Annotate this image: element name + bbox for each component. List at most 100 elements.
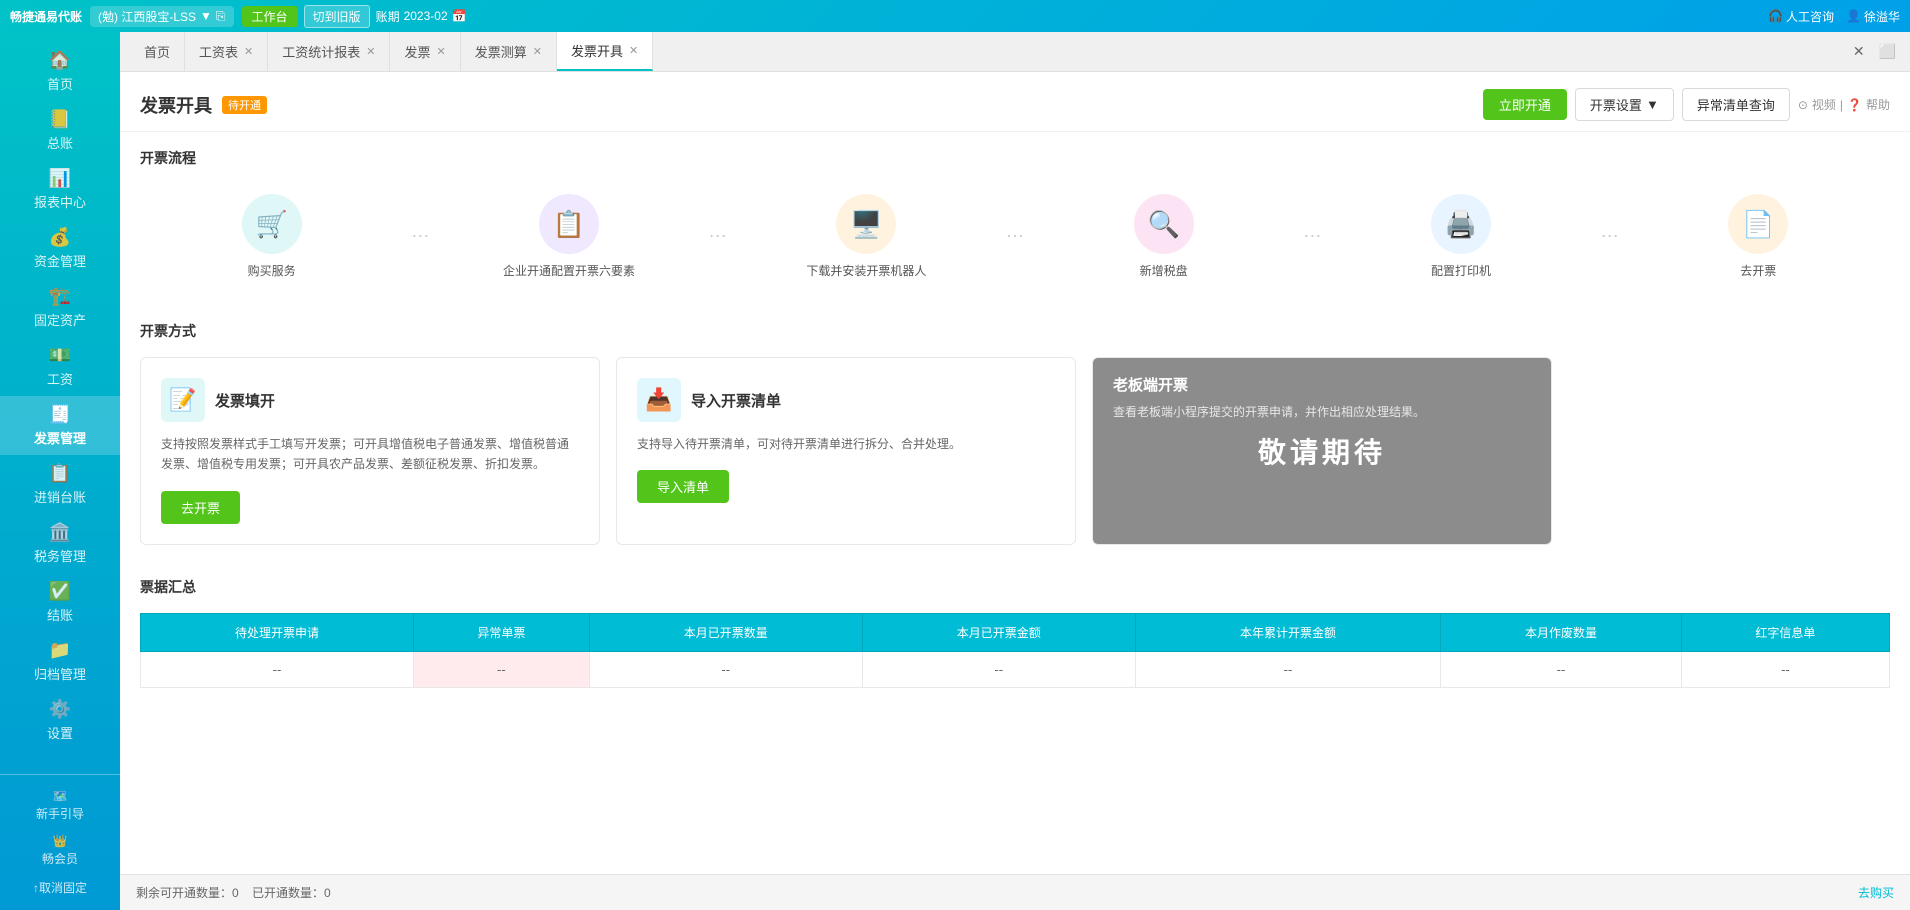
add-taxdisk-label: 新增税盘 [1140,262,1188,279]
col-header-pending: 待处理开票申请 [141,613,414,651]
workflow-step-download-install[interactable]: 🖥️ 下载并安装开票机器人 [735,194,998,279]
old-platform-card: 老板端开票 查看老板端小程序提交的开票申请，并作出相应处理结果。 敬请期待 [1092,357,1552,545]
tab-invoice-calc-close[interactable]: ✕ [533,45,542,58]
tab-invoice[interactable]: 发票 ✕ [390,32,460,71]
company-selector[interactable]: (勉) 江西股宝-LSS ▼ ⎘ [90,6,234,27]
guide-icon: 🗺️ [53,789,68,803]
buy-more-link[interactable]: 去购买 [1858,884,1894,901]
tab-restore-button[interactable]: ⬜ [1875,39,1900,64]
company-name: (勉) 江西股宝-LSS [98,8,196,25]
config-printer-icon: 🖨️ [1431,194,1491,254]
manual-invoice-card: 📝 发票填开 支持按照发票样式手工填写开发票；可开具增值税电子普通发票、增值税普… [140,357,600,545]
sidebar-item-guide[interactable]: 🗺️ 新手引导 [0,783,120,828]
sidebar-item-label: 归档管理 [34,664,86,683]
summary-section-title: 票据汇总 [140,577,1890,597]
go-invoice-button[interactable]: 去开票 [161,491,240,524]
settings-dropdown-icon: ▼ [1646,97,1659,112]
sidebar-item-general-ledger[interactable]: 📒 总账 [0,101,120,160]
sidebar-item-reports[interactable]: 📊 报表中心 [0,160,120,219]
col-header-red-info: 红字信息单 [1681,613,1889,651]
col-header-month-count: 本月已开票数量 [589,613,862,651]
methods-section-title: 开票方式 [140,321,1890,341]
ledger-icon: 📒 [49,109,71,130]
help-video-label: 视频 [1812,96,1836,113]
open-settings-label: 开票设置 [1590,95,1642,114]
tab-salary-table-close[interactable]: ✕ [244,45,253,58]
tab-bar: 首页 工资表 ✕ 工资统计报表 ✕ 发票 ✕ 发票测算 ✕ 发票开具 ✕ [120,32,1910,72]
sidebar-item-funds[interactable]: 💰 资金管理 [0,219,120,278]
switch-version-button[interactable]: 切到旧版 [304,5,370,28]
sidebar-item-home[interactable]: 🏠 首页 [0,42,120,101]
old-platform-overlay: 敬请期待 [1093,358,1551,544]
tab-invoice-calc[interactable]: 发票测算 ✕ [461,32,557,71]
user-profile[interactable]: 👤 徐溢华 [1846,8,1900,25]
workflow-arrow-5: ⋯ [1593,226,1627,247]
tab-salary-report[interactable]: 工资统计报表 ✕ [268,32,390,71]
manual-invoice-icon: 📝 [161,378,205,422]
download-install-label: 下载并安装开票机器人 [806,262,926,279]
sidebar-item-invoices[interactable]: 🧾 发票管理 [0,396,120,455]
tab-salary-table[interactable]: 工资表 ✕ [185,32,268,71]
sidebar-item-label: 设置 [47,723,73,742]
open-invoice-label: 去开票 [1740,262,1776,279]
unpin-label: ↑取消固定 [33,879,87,896]
main-content: 首页 工资表 ✕ 工资统计报表 ✕ 发票 ✕ 发票测算 ✕ 发票开具 ✕ [120,32,1910,910]
sidebar-item-label: 工资 [47,369,73,388]
workflow-step-config-printer[interactable]: 🖨️ 配置打印机 [1329,194,1592,279]
open-invoice-icon: 📄 [1728,194,1788,254]
tab-home[interactable]: 首页 [130,32,185,71]
sidebar: 🏠 首页 📒 总账 📊 报表中心 💰 资金管理 🏗️ 固定资产 💵 工资 🧾 发… [0,32,120,910]
workstation-button[interactable]: 工作台 [242,6,298,27]
sidebar-item-payroll[interactable]: 💵 工资 [0,337,120,396]
sidebar-item-label: 进销台账 [34,487,86,506]
tab-actions: ✕ ⬜ [1849,39,1900,64]
col-header-month-amount: 本月已开票金额 [862,613,1135,651]
tab-invoice-close[interactable]: ✕ [437,45,446,58]
add-taxdisk-icon: 🔍 [1134,194,1194,254]
sidebar-unpin[interactable]: ↑取消固定 [0,873,120,902]
sidebar-item-archive[interactable]: 📁 归档管理 [0,632,120,691]
sidebar-item-label: 税务管理 [34,546,86,565]
sidebar-item-purchase-sales[interactable]: 📋 进销台账 [0,455,120,514]
page-title: 发票开具 [140,92,212,118]
workflow-step-config-open[interactable]: 📋 企业开通配置开票六要素 [437,194,700,279]
home-icon: 🏠 [49,50,71,71]
member-label: 畅会员 [42,850,78,867]
page-header-actions: 立即开通 开票设置 ▼ 异常清单查询 ⊙ 视频 | ❓ 帮助 [1483,88,1890,121]
tab-invoice-tools-close[interactable]: ✕ [629,44,638,57]
sidebar-item-member[interactable]: 👑 畅会员 [0,828,120,873]
invoice-icon: 🧾 [49,404,71,425]
consult-link[interactable]: 🎧 人工咨询 [1768,8,1834,25]
sidebar-item-tax[interactable]: 🏛️ 税务管理 [0,514,120,573]
import-invoice-card: 📥 导入开票清单 支持导入待开票清单，可对待开票清单进行拆分、合并处理。 导入清… [616,357,1076,545]
import-invoice-desc: 支持导入待开票清单，可对待开票清单进行拆分、合并处理。 [637,434,1055,454]
sidebar-item-label: 固定资产 [34,310,86,329]
period-calendar-icon[interactable]: 📅 [452,9,467,23]
open-settings-button[interactable]: 开票设置 ▼ [1575,88,1674,121]
remaining-label: 剩余可开通数量：0 [136,886,239,900]
tab-salary-report-label: 工资统计报表 [282,42,360,61]
val-month-count: -- [589,651,862,687]
sidebar-item-label: 总账 [47,133,73,152]
sidebar-item-settings[interactable]: ⚙️ 设置 [0,691,120,750]
copy-icon[interactable]: ⎘ [216,9,226,24]
tab-close-all-button[interactable]: ✕ [1849,39,1869,64]
abnormal-query-button[interactable]: 异常清单查询 [1682,88,1790,121]
sidebar-item-settlement[interactable]: ✅ 结账 [0,573,120,632]
tab-invoice-tools[interactable]: 发票开具 ✕ [557,32,653,71]
page-help[interactable]: ⊙ 视频 | ❓ 帮助 [1798,96,1890,113]
workflow-step-open-invoice[interactable]: 📄 去开票 [1627,194,1890,279]
methods-cards: 📝 发票填开 支持按照发票样式手工填写开发票；可开具增值税电子普通发票、增值税普… [140,357,1890,545]
status-badge: 待开通 [222,96,267,114]
workflow-step-buy-service[interactable]: 🛒 购买服务 [140,194,403,279]
workflow-arrow-2: ⋯ [701,226,735,247]
workflow-step-add-taxdisk[interactable]: 🔍 新增税盘 [1032,194,1295,279]
sidebar-item-assets[interactable]: 🏗️ 固定资产 [0,278,120,337]
sidebar-item-label: 报表中心 [34,192,86,211]
immediate-open-button[interactable]: 立即开通 [1483,89,1567,120]
tab-salary-report-close[interactable]: ✕ [366,45,375,58]
workflow-arrow-4: ⋯ [1295,226,1329,247]
workflow: 🛒 购买服务 ⋯ 📋 企业开通配置开票六要素 ⋯ 🖥️ 下载并安装开票机器人 ⋯ [140,184,1890,289]
import-list-button[interactable]: 导入清单 [637,470,729,503]
import-invoice-icon: 📥 [637,378,681,422]
